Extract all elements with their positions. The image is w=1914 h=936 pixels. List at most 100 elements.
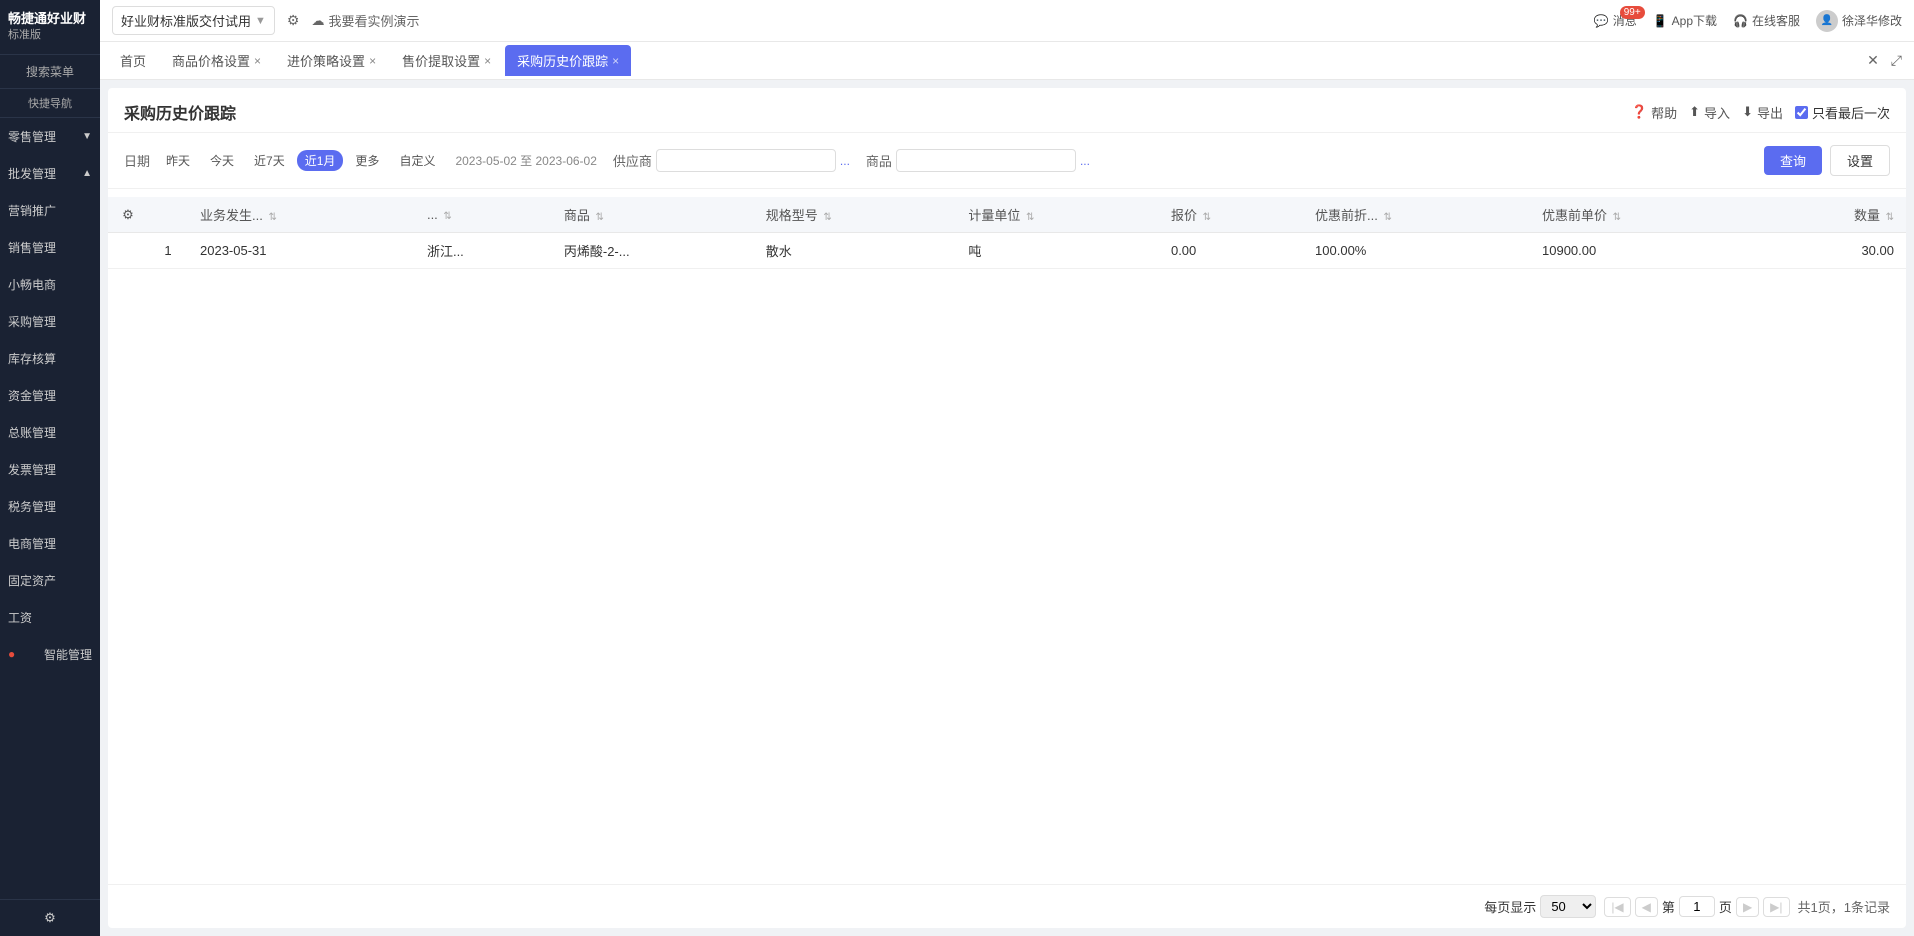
sidebar-item-ecommerce-small[interactable]: 小畅电商 — [0, 266, 100, 303]
page-number-input[interactable] — [1679, 896, 1715, 917]
sidebar-item-marketing[interactable]: 营销推广 — [0, 192, 100, 229]
col-header-more[interactable]: ... ⇅ — [415, 197, 552, 233]
supplier-filter-group: 供应商 ... — [613, 149, 850, 172]
tab-goods-price-close[interactable]: × — [254, 54, 261, 68]
cell-goods: 丙烯酸-2-... — [552, 233, 754, 269]
tab-purchase-history-price-close[interactable]: × — [612, 54, 619, 68]
tab-home[interactable]: 首页 — [108, 45, 158, 76]
sort-icon-unit: ⇅ — [1026, 212, 1034, 223]
table-wrapper: ⚙ 业务发生... ⇅ ... ⇅ — [108, 189, 1906, 884]
date-option-yesterday[interactable]: 昨天 — [158, 150, 198, 171]
supplier-input[interactable] — [656, 149, 836, 172]
prev-page-button[interactable]: ◀ — [1635, 897, 1658, 917]
sidebar-item-ecommerce[interactable]: 电商管理 — [0, 525, 100, 562]
sidebar-nav-quick[interactable]: 快捷导航 — [0, 89, 100, 118]
online-service-button[interactable]: 🎧 在线客服 — [1733, 12, 1800, 29]
col-header-spec[interactable]: 规格型号 ⇅ — [754, 197, 957, 233]
sidebar-item-wholesale[interactable]: 批发管理 ▲ — [0, 155, 100, 192]
date-option-custom[interactable]: 自定义 — [391, 150, 443, 171]
app-download-label: App下载 — [1672, 12, 1717, 29]
app-edition: 标准版 — [8, 28, 92, 43]
date-option-today[interactable]: 今天 — [202, 150, 242, 171]
per-page-dropdown[interactable]: 50 100 200 — [1540, 895, 1596, 918]
app-name: 畅捷通好业财 — [8, 10, 92, 28]
app-download-button[interactable]: 📱 App下载 — [1653, 12, 1717, 29]
main-wrapper: 好业财标准版交付试用 ▼ ⚙ ☁ 我要看实例演示 💬 消息 99+ 📱 App下… — [100, 0, 1914, 936]
supplier-more-btn[interactable]: ... — [840, 154, 850, 168]
sidebar-item-ledger[interactable]: 总账管理 — [0, 414, 100, 451]
col-header-biz-date[interactable]: 业务发生... ⇅ — [188, 197, 415, 233]
goods-more-btn[interactable]: ... — [1080, 154, 1090, 168]
sidebar-item-assets[interactable]: 固定资产 — [0, 562, 100, 599]
page-actions: ❓ 帮助 ⬆ 导入 ⬇ 导出 只看最后一次 — [1631, 103, 1890, 122]
col-header-unit[interactable]: 计量单位 ⇅ — [956, 197, 1159, 233]
topbar-settings-button[interactable]: ⚙ — [283, 8, 304, 33]
goods-input[interactable] — [896, 149, 1076, 172]
table-header-row: ⚙ 业务发生... ⇅ ... ⇅ — [108, 197, 1906, 233]
tab-purchase-price-strategy-close[interactable]: × — [369, 54, 376, 68]
page-inner: 采购历史价跟踪 ❓ 帮助 ⬆ 导入 ⬇ 导出 — [108, 88, 1906, 928]
tab-purchase-history-price[interactable]: 采购历史价跟踪 × — [505, 45, 631, 76]
page-label: 第 — [1662, 897, 1675, 916]
sidebar-bottom[interactable]: ⚙ — [0, 899, 100, 936]
sidebar-search[interactable]: 搜索菜单 — [0, 55, 100, 89]
cell-gear — [108, 233, 148, 269]
cell-quote: 0.00 — [1159, 233, 1303, 269]
filter-bar: 日期 昨天 今天 近7天 近1月 更多 自定义 2023-05-02 至 202… — [108, 133, 1906, 189]
sidebar-item-sales[interactable]: 销售管理 — [0, 229, 100, 266]
export-link[interactable]: ⬇ 导出 — [1742, 103, 1783, 122]
version-select[interactable]: 好业财标准版交付试用 ▼ — [112, 6, 275, 35]
date-option-1month[interactable]: 近1月 — [297, 150, 344, 171]
tab-sale-price-extract[interactable]: 售价提取设置 × — [390, 45, 503, 76]
sidebar-item-retail[interactable]: 零售管理 ▼ — [0, 118, 100, 155]
tab-expand-button[interactable]: ⤢ — [1887, 50, 1906, 71]
export-icon: ⬇ — [1742, 104, 1753, 120]
query-button[interactable]: 查询 — [1764, 146, 1822, 175]
sort-icon-qty: ⇅ — [1886, 212, 1894, 223]
sort-icon-pre-discount-price: ⇅ — [1613, 212, 1621, 223]
help-link[interactable]: ❓ 帮助 — [1631, 103, 1677, 122]
settings-button[interactable]: 设置 — [1830, 145, 1890, 176]
message-button[interactable]: 💬 消息 99+ — [1594, 12, 1637, 29]
message-badge: 99+ — [1620, 6, 1645, 19]
only-last-checkbox-input[interactable] — [1795, 106, 1808, 119]
help-icon: ❓ — [1631, 104, 1647, 120]
last-page-button[interactable]: ▶| — [1763, 897, 1789, 917]
tab-sale-price-extract-close[interactable]: × — [484, 54, 491, 68]
col-header-discount[interactable]: 优惠前折... ⇅ — [1303, 197, 1530, 233]
cell-qty: 30.00 — [1762, 233, 1906, 269]
user-name: 徐泽华修改 — [1842, 12, 1902, 29]
tab-close-button[interactable]: ✕ — [1863, 50, 1883, 71]
only-last-checkbox[interactable]: 只看最后一次 — [1795, 103, 1890, 122]
avatar: 👤 — [1816, 10, 1838, 32]
tab-goods-price[interactable]: 商品价格设置 × — [160, 45, 273, 76]
demo-button[interactable]: ☁ 我要看实例演示 — [311, 11, 419, 30]
date-option-more[interactable]: 更多 — [347, 150, 387, 171]
col-header-qty[interactable]: 数量 ⇅ — [1762, 197, 1906, 233]
col-header-pre-discount-price[interactable]: 优惠前单价 ⇅ — [1530, 197, 1762, 233]
next-page-button[interactable]: ▶ — [1736, 897, 1759, 917]
message-icon: 💬 — [1594, 14, 1609, 28]
sidebar-item-intelligent[interactable]: ● 智能管理 — [0, 636, 100, 673]
date-option-7days[interactable]: 近7天 — [246, 150, 293, 171]
first-page-button[interactable]: |◀ — [1604, 897, 1630, 917]
page-title: 采购历史价跟踪 — [124, 100, 236, 124]
tab-bar: 首页 商品价格设置 × 进价策略设置 × 售价提取设置 × 采购历史价跟踪 × … — [100, 42, 1914, 80]
col-header-goods[interactable]: 商品 ⇅ — [552, 197, 754, 233]
online-service-label: 在线客服 — [1752, 12, 1800, 29]
sidebar-item-fund[interactable]: 资金管理 — [0, 377, 100, 414]
col-header-gear[interactable]: ⚙ — [108, 197, 148, 233]
import-link[interactable]: ⬆ 导入 — [1689, 103, 1730, 122]
sidebar-item-inventory[interactable]: 库存核算 — [0, 340, 100, 377]
tab-purchase-price-strategy[interactable]: 进价策略设置 × — [275, 45, 388, 76]
sidebar-settings-icon[interactable]: ⚙ — [44, 910, 56, 925]
filter-actions: 查询 设置 — [1764, 145, 1890, 176]
sidebar-item-purchase[interactable]: 采购管理 — [0, 303, 100, 340]
col-header-quote[interactable]: 报价 ⇅ — [1159, 197, 1303, 233]
sidebar-item-tax[interactable]: 税务管理 — [0, 488, 100, 525]
sidebar-item-invoice[interactable]: 发票管理 — [0, 451, 100, 488]
sidebar-item-salary[interactable]: 工资 — [0, 599, 100, 636]
user-info[interactable]: 👤 徐泽华修改 — [1816, 10, 1902, 32]
per-page-label: 每页显示 — [1484, 897, 1536, 916]
retail-arrow-icon: ▼ — [82, 131, 92, 142]
